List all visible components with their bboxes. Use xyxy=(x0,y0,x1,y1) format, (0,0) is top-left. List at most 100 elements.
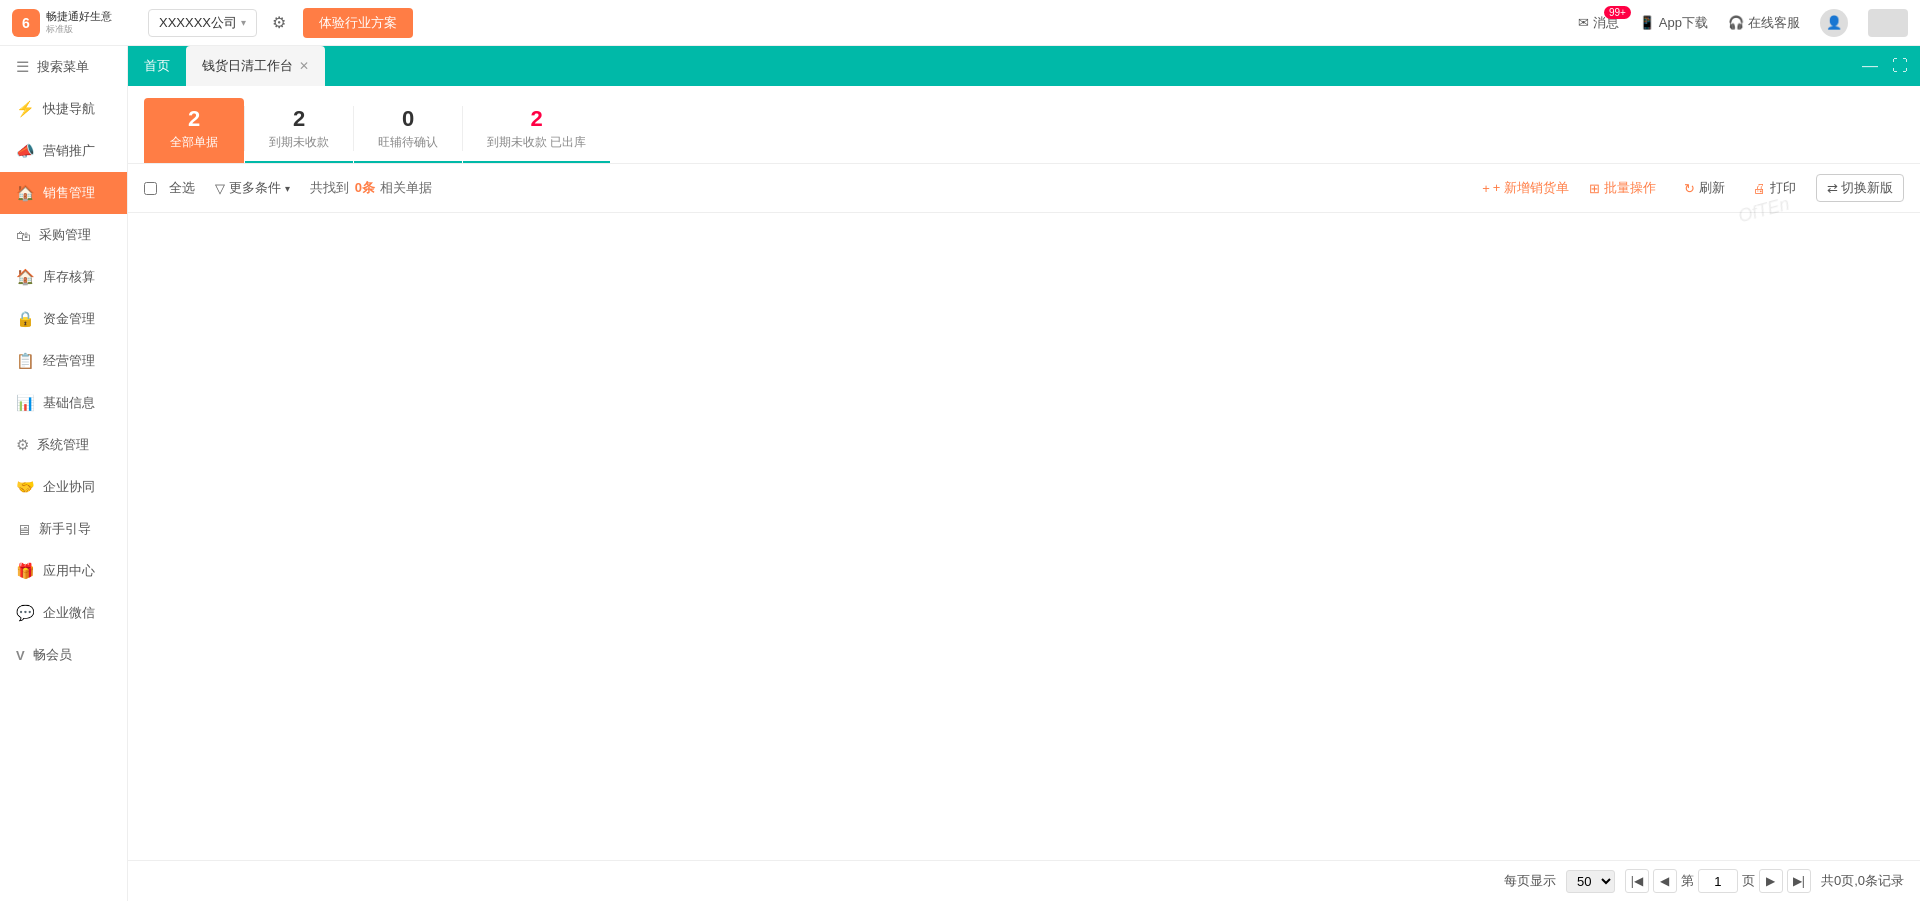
tab-expand-btn[interactable]: ⛶ xyxy=(1888,54,1912,78)
finance-icon: 🔒 xyxy=(16,310,35,328)
sidebar-label-marketing: 营销推广 xyxy=(43,142,95,160)
tab-bar-actions: — ⛶ xyxy=(1858,54,1920,78)
sidebar-item-purchase[interactable]: 🛍 采购管理 xyxy=(0,214,127,256)
stat-tab-pending[interactable]: 0 旺辅待确认 xyxy=(354,98,462,163)
sidebar-item-search-menu[interactable]: ☰ 搜索菜单 xyxy=(0,46,127,88)
batch-label: 批量操作 xyxy=(1604,179,1656,197)
online-service-btn[interactable]: 🎧 在线客服 xyxy=(1728,14,1800,32)
app-center-icon: 🎁 xyxy=(16,562,35,580)
print-btn[interactable]: 🖨 打印 xyxy=(1745,175,1804,201)
headset-icon: 🎧 xyxy=(1728,15,1744,30)
add-icon: + xyxy=(1482,181,1490,196)
footer: 每页显示 50 |◀ ◀ 第 页 ▶ ▶| 共0页,0条记录 xyxy=(128,860,1920,901)
stat-tab-all[interactable]: 2 全部单据 xyxy=(144,98,244,163)
sidebar-item-basic-info[interactable]: 📊 基础信息 xyxy=(0,382,127,424)
stat-label-overdue: 到期未收款 xyxy=(269,134,329,151)
found-text: 共找到 0条 相关单据 xyxy=(310,179,432,197)
experience-btn[interactable]: 体验行业方案 xyxy=(303,8,413,38)
sidebar-item-wechat[interactable]: 💬 企业微信 xyxy=(0,592,127,634)
header-right: ✉ 消息 99+ 📱 App下载 🎧 在线客服 👤 xyxy=(1578,9,1908,37)
chevron-down-icon: ▾ xyxy=(241,17,246,28)
sidebar-label-purchase: 采购管理 xyxy=(39,226,91,244)
sidebar-item-app-center[interactable]: 🎁 应用中心 xyxy=(0,550,127,592)
filter-label: 更多条件 xyxy=(229,179,281,197)
refresh-icon: ↻ xyxy=(1684,181,1695,196)
content-area: 首页 钱货日清工作台 ✕ — ⛶ 2 全部单据 2 到 xyxy=(128,46,1920,901)
message-btn[interactable]: ✉ 消息 99+ xyxy=(1578,14,1619,32)
print-label: 打印 xyxy=(1770,179,1796,197)
sidebar-item-sales[interactable]: 🏠 销售管理 xyxy=(0,172,127,214)
filter-btn[interactable]: ▽ 更多条件 ▾ xyxy=(207,175,298,201)
tab-home[interactable]: 首页 xyxy=(128,46,186,86)
tab-workbench-label: 钱货日清工作台 xyxy=(202,57,293,75)
refresh-btn[interactable]: ↻ 刷新 xyxy=(1676,175,1733,201)
table-area xyxy=(128,213,1920,860)
enterprise-icon: 🤝 xyxy=(16,478,35,496)
stat-label-all: 全部单据 xyxy=(168,134,220,151)
sidebar-item-marketing[interactable]: 📣 营销推广 xyxy=(0,130,127,172)
found-count: 0条 xyxy=(355,180,375,195)
filter-icon: ▽ xyxy=(215,181,225,196)
refresh-label: 刷新 xyxy=(1699,179,1725,197)
sidebar-item-system[interactable]: ⚙ 系统管理 xyxy=(0,424,127,466)
switch-icon: ⇄ xyxy=(1827,181,1838,196)
tab-bar: 首页 钱货日清工作台 ✕ — ⛶ xyxy=(128,46,1920,86)
stat-tab-overdue[interactable]: 2 到期未收款 xyxy=(245,98,353,163)
stat-count-shipped: 2 xyxy=(487,106,586,132)
add-sales-btn[interactable]: + + 新增销货单 xyxy=(1482,179,1569,197)
search-menu-icon: ☰ xyxy=(16,58,29,76)
add-label: + 新增销货单 xyxy=(1493,179,1569,197)
tab-workbench[interactable]: 钱货日清工作台 ✕ xyxy=(186,46,325,86)
per-page-label: 每页显示 xyxy=(1504,872,1556,890)
stat-count-pending: 0 xyxy=(378,106,438,132)
member-icon: V xyxy=(16,648,25,663)
print-icon: 🖨 xyxy=(1753,181,1766,196)
per-page-select[interactable]: 50 xyxy=(1566,870,1615,893)
next-page-btn[interactable]: ▶ xyxy=(1759,869,1783,893)
prev-page-btn[interactable]: ◀ xyxy=(1653,869,1677,893)
select-all-checkbox[interactable] xyxy=(144,182,157,195)
sidebar-label-inventory: 库存核算 xyxy=(43,268,95,286)
stat-label-shipped: 到期未收款 已出库 xyxy=(487,134,586,151)
sidebar-label-app-center: 应用中心 xyxy=(43,562,95,580)
sidebar-item-beginner[interactable]: 🖥 新手引导 xyxy=(0,508,127,550)
select-all-label: 全选 xyxy=(169,179,195,197)
sidebar-item-finance[interactable]: 🔒 资金管理 xyxy=(0,298,127,340)
sales-icon: 🏠 xyxy=(16,184,35,202)
batch-btn[interactable]: ⊞ 批量操作 xyxy=(1581,175,1664,201)
tab-close-icon[interactable]: ✕ xyxy=(299,59,309,73)
sidebar-label-beginner: 新手引导 xyxy=(39,520,91,538)
sidebar-label-enterprise: 企业协同 xyxy=(43,478,95,496)
switch-version-btn[interactable]: ⇄ 切换新版 xyxy=(1816,174,1904,202)
sidebar-item-operations[interactable]: 📋 经营管理 xyxy=(0,340,127,382)
company-name: XXXXXX公司 xyxy=(159,14,237,32)
logo-area: 6 畅捷通好生意 标准版 xyxy=(12,9,140,37)
page-input[interactable] xyxy=(1698,869,1738,893)
beginner-icon: 🖥 xyxy=(16,521,31,538)
first-page-btn[interactable]: |◀ xyxy=(1625,869,1649,893)
batch-icon: ⊞ xyxy=(1589,181,1600,196)
tab-minimize-btn[interactable]: — xyxy=(1858,54,1882,78)
chevron-icon: ▾ xyxy=(285,183,290,194)
app-download-btn[interactable]: 📱 App下载 xyxy=(1639,14,1708,32)
stat-label-pending: 旺辅待确认 xyxy=(378,134,438,151)
sidebar-label-sales: 销售管理 xyxy=(43,184,95,202)
app-download-label: App下载 xyxy=(1659,14,1708,32)
sidebar-label-finance: 资金管理 xyxy=(43,310,95,328)
switch-label: 切换新版 xyxy=(1841,179,1893,197)
last-page-btn[interactable]: ▶| xyxy=(1787,869,1811,893)
settings-button[interactable]: ⚙ xyxy=(265,9,293,37)
sidebar-item-enterprise[interactable]: 🤝 企业协同 xyxy=(0,466,127,508)
sidebar-label-search-menu: 搜索菜单 xyxy=(37,58,89,76)
sidebar-item-quick-nav[interactable]: ⚡ 快捷导航 xyxy=(0,88,127,130)
sidebar-label-system: 系统管理 xyxy=(37,436,89,454)
stat-tab-shipped[interactable]: 2 到期未收款 已出库 xyxy=(463,98,610,163)
system-icon: ⚙ xyxy=(16,436,29,454)
main-layout: ☰ 搜索菜单 ⚡ 快捷导航 📣 营销推广 🏠 销售管理 🛍 采购管理 🏠 库存核… xyxy=(0,46,1920,901)
sidebar-item-inventory[interactable]: 🏠 库存核算 xyxy=(0,256,127,298)
avatar[interactable]: 👤 xyxy=(1820,9,1848,37)
online-service-label: 在线客服 xyxy=(1748,14,1800,32)
wechat-icon: 💬 xyxy=(16,604,35,622)
sidebar-item-member[interactable]: V 畅会员 xyxy=(0,634,127,676)
company-selector[interactable]: XXXXXX公司 ▾ xyxy=(148,9,257,37)
